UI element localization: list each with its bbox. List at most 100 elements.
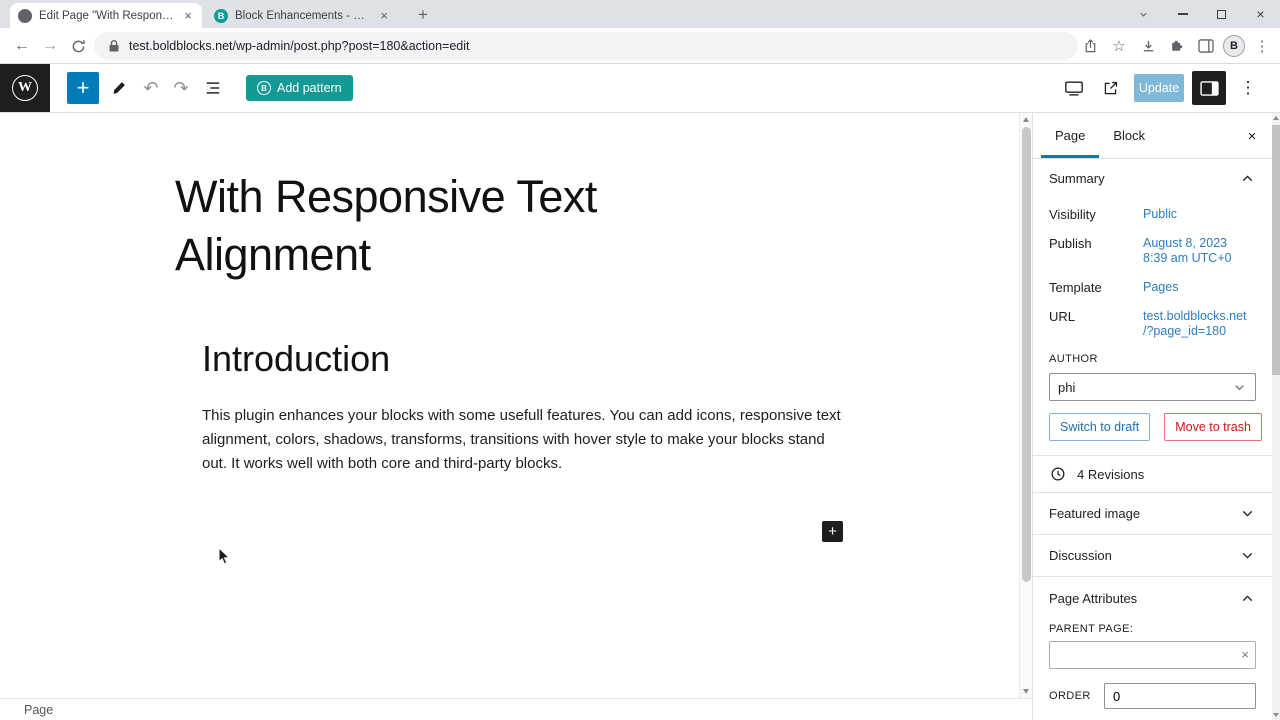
breadcrumb[interactable]: Page [24, 703, 53, 717]
profile-avatar[interactable]: B [1223, 35, 1245, 57]
wordpress-logo-button[interactable]: W [0, 64, 50, 112]
list-view-button[interactable] [197, 72, 229, 104]
move-to-trash-button[interactable]: Move to trash [1164, 413, 1262, 441]
new-tab-button[interactable]: + [412, 4, 434, 26]
forward-icon[interactable]: → [36, 32, 64, 60]
editor-canvas: With Responsive Text Alignment Introduct… [0, 113, 1019, 698]
list-view-icon [206, 82, 220, 94]
sidebar-toggle-icon [1199, 80, 1219, 96]
site-favicon-icon [18, 8, 32, 23]
author-label: AUTHOR [1049, 353, 1098, 365]
post-title[interactable]: With Responsive Text Alignment [175, 168, 755, 284]
maximize-button[interactable] [1202, 0, 1241, 28]
chevron-down-icon [1235, 384, 1244, 390]
sidebar-tabs: Page Block × [1033, 113, 1272, 159]
parent-page-combobox: × [1049, 641, 1256, 669]
scroll-down-icon[interactable] [1023, 689, 1029, 694]
boldblocks-favicon-icon: B [214, 8, 228, 23]
chevron-down-icon [1242, 552, 1253, 559]
tab-search-icon[interactable] [1124, 0, 1163, 28]
minimize-button[interactable] [1163, 0, 1202, 28]
editor-options-icon[interactable]: ⋮ [1232, 72, 1264, 104]
block-appender-button[interactable]: + [822, 521, 843, 542]
scroll-up-icon[interactable] [1273, 116, 1279, 120]
browser-tab-block-enhancements[interactable]: B Block Enhancements - BoldBlock × [206, 3, 398, 28]
editor-header: W + ↶ ↷ B Add pattern Update ⋮ [0, 64, 1280, 113]
template-link[interactable]: Pages [1143, 280, 1178, 295]
settings-toggle-button[interactable] [1192, 71, 1226, 105]
heading-block[interactable]: Introduction [202, 338, 390, 380]
visibility-link[interactable]: Public [1143, 207, 1177, 222]
browser-tab-edit-page[interactable]: Edit Page "With Responsive Text × [10, 3, 202, 28]
publish-date-link[interactable]: August 8, 2023 8:39 am UTC+0 [1143, 236, 1232, 266]
monitor-icon [1065, 80, 1083, 96]
side-panel-icon[interactable] [1194, 34, 1218, 58]
view-page-button[interactable] [1094, 72, 1126, 104]
screen: Edit Page "With Responsive Text × B Bloc… [0, 0, 1280, 720]
url-text: test.boldblocks.net/wp-admin/post.php?po… [129, 39, 470, 53]
add-pattern-button[interactable]: B Add pattern [246, 75, 353, 101]
browser-menu-icon[interactable]: ⋮ [1250, 34, 1274, 58]
close-sidebar-icon[interactable]: × [1242, 126, 1262, 146]
mouse-cursor [218, 547, 231, 565]
panel-page-attributes[interactable]: Page Attributes [1033, 577, 1272, 619]
external-link-icon [1104, 81, 1117, 94]
refresh-icon[interactable] [64, 32, 92, 60]
panel-featured-image[interactable]: Featured image [1033, 493, 1272, 535]
canvas-scrollbar-thumb[interactable] [1022, 127, 1031, 582]
browser-address-bar: ← → test.boldblocks.net/wp-admin/post.ph… [0, 28, 1280, 64]
revisions-button[interactable]: 4 Revisions [1033, 456, 1272, 493]
tab-title: Edit Page "With Responsive Text [39, 9, 175, 22]
paragraph-block[interactable]: This plugin enhances your blocks with so… [202, 404, 842, 476]
block-inserter-button[interactable]: + [67, 72, 99, 104]
summary-panel-header[interactable]: Summary [1033, 159, 1272, 197]
canvas-scrollbar[interactable] [1019, 113, 1032, 698]
tab-page[interactable]: Page [1041, 113, 1100, 158]
tab-close-icon[interactable]: × [378, 8, 390, 23]
tab-close-icon[interactable]: × [182, 8, 194, 23]
extensions-puzzle-icon[interactable] [1165, 34, 1189, 58]
order-input[interactable] [1104, 683, 1256, 709]
window-controls: × [1124, 0, 1280, 28]
wordpress-logo-icon: W [12, 75, 38, 101]
summary-body: Visibility Public Publish August 8, 2023… [1033, 197, 1272, 441]
parent-page-label: PARENT PAGE: [1049, 623, 1134, 635]
downloads-icon[interactable] [1136, 34, 1160, 58]
edit-tool-button[interactable] [103, 72, 135, 104]
parent-page-input[interactable] [1049, 641, 1256, 669]
panel-discussion[interactable]: Discussion [1033, 535, 1272, 577]
order-row: ORDER [1049, 683, 1256, 709]
back-icon[interactable]: ← [8, 32, 36, 60]
page-attributes-body: PARENT PAGE: × ORDER [1033, 619, 1272, 719]
share-icon[interactable] [1078, 34, 1102, 58]
scroll-down-icon[interactable] [1273, 713, 1279, 717]
summary-actions: Switch to draft Move to trash [1049, 413, 1262, 441]
boldblocks-logo-icon: B [257, 81, 271, 95]
chevron-down-icon [1242, 510, 1253, 517]
sidebar-scrollbar[interactable] [1272, 113, 1280, 720]
settings-sidebar: Page Block × Summary Visibility Public P… [1032, 113, 1272, 720]
url-bar[interactable]: test.boldblocks.net/wp-admin/post.php?po… [94, 32, 1078, 60]
browser-actions: ☆ B ⋮ [1078, 33, 1274, 59]
summary-row-url: URL test.boldblocks.net /?page_id=180 [1049, 309, 1247, 339]
add-pattern-label: Add pattern [277, 81, 342, 95]
tab-block[interactable]: Block [1099, 113, 1159, 158]
sidebar-scrollbar-thumb[interactable] [1272, 125, 1280, 375]
lock-icon [109, 40, 119, 52]
bookmark-star-icon[interactable]: ☆ [1107, 34, 1131, 58]
summary-row-template: Template Pages [1049, 280, 1179, 295]
chevron-up-icon [1242, 594, 1253, 601]
revisions-clock-icon [1051, 467, 1065, 481]
chevron-up-icon [1242, 174, 1253, 181]
switch-to-draft-button[interactable]: Switch to draft [1049, 413, 1151, 441]
undo-button[interactable]: ↶ [135, 72, 167, 104]
scroll-up-icon[interactable] [1023, 117, 1029, 122]
redo-button[interactable]: ↷ [165, 72, 197, 104]
update-button[interactable]: Update [1134, 74, 1184, 102]
clear-icon[interactable]: × [1241, 647, 1249, 662]
close-window-button[interactable]: × [1241, 0, 1280, 28]
page-url-link[interactable]: test.boldblocks.net /?page_id=180 [1143, 309, 1247, 339]
tab-title: Block Enhancements - BoldBlock [235, 9, 371, 22]
preview-button[interactable] [1058, 72, 1090, 104]
author-select[interactable]: phi [1049, 373, 1256, 401]
